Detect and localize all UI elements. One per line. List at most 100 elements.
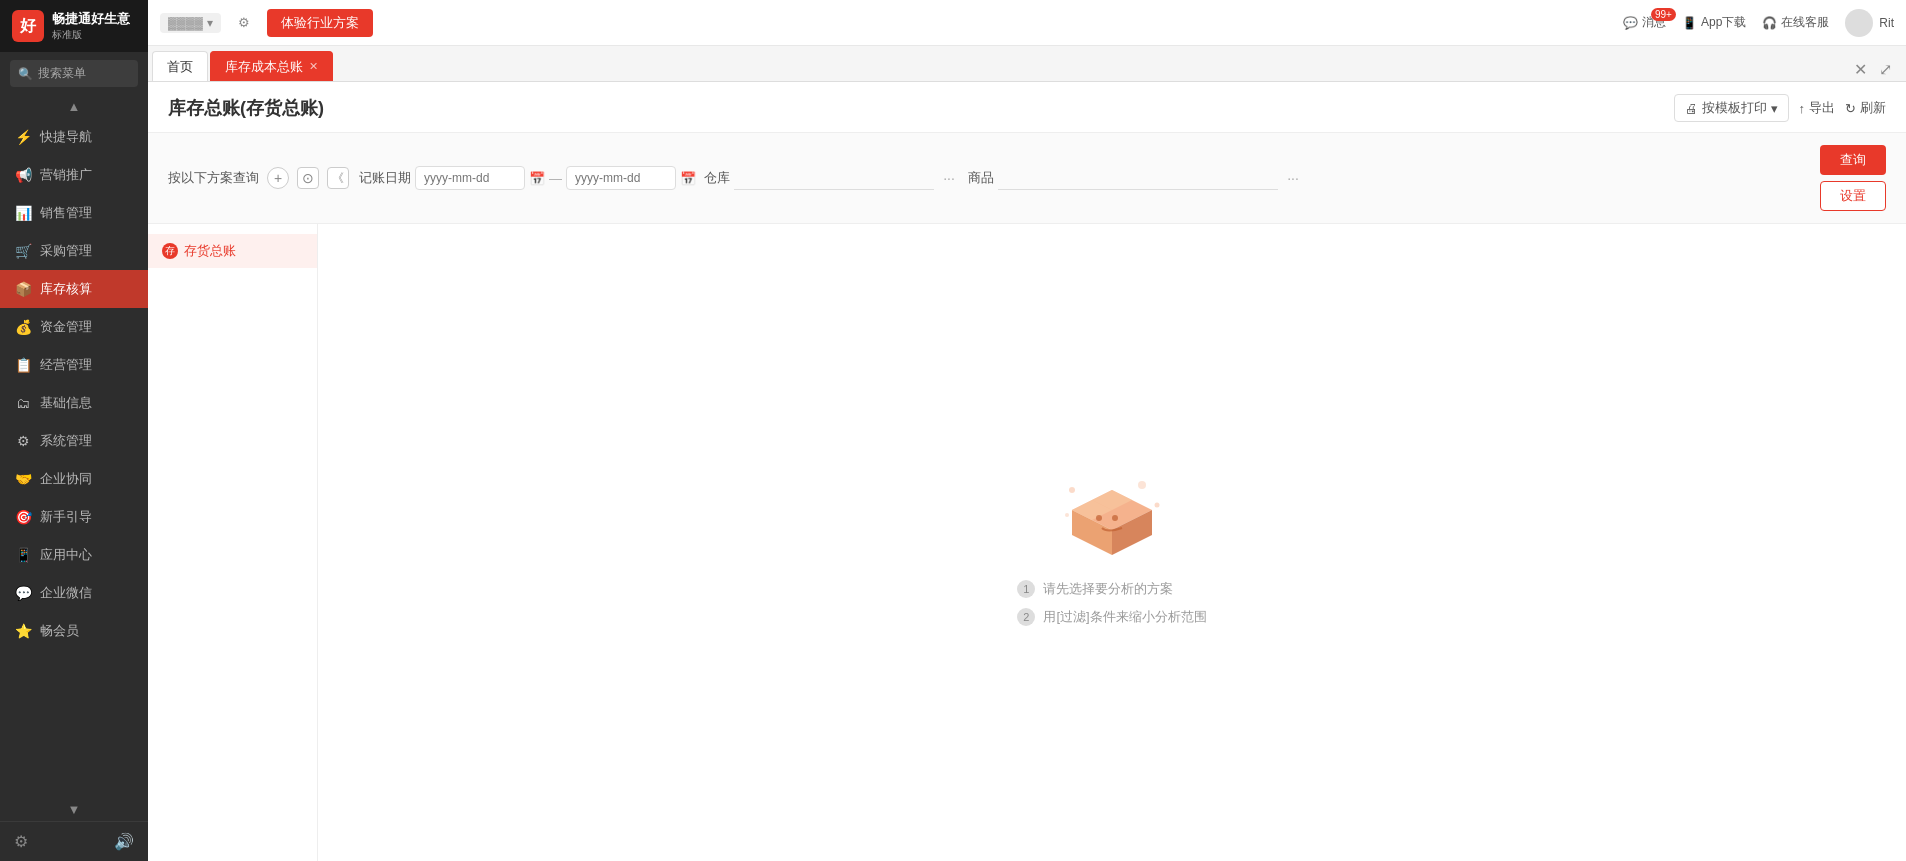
setting-btn[interactable]: 设置	[1820, 181, 1886, 211]
warehouse-input[interactable]	[734, 167, 934, 190]
refresh-icon: ↻	[1845, 101, 1856, 116]
tab-close-icon[interactable]: ✕	[309, 60, 318, 73]
finance-label: 资金管理	[40, 318, 92, 336]
sidebar-nav: ⚡ 快捷导航 📢 营销推广 📊 销售管理 🛒 采购管理 📦 库存核算 💰 资金管…	[0, 118, 148, 798]
tab-panel-expand-btn[interactable]: ⤢	[1873, 58, 1898, 81]
operations-icon: 📋	[14, 356, 32, 374]
topbar-settings-btn[interactable]: ⚙	[229, 8, 259, 38]
system-label: 系统管理	[40, 432, 92, 450]
goods-input[interactable]	[998, 167, 1278, 190]
sidebar-item-vip[interactable]: ⭐ 畅会员	[0, 612, 148, 650]
sidebar-item-operations[interactable]: 📋 经营管理	[0, 346, 148, 384]
calendar-to-icon[interactable]: 📅	[680, 171, 696, 186]
print-label: 按模板打印	[1702, 99, 1767, 117]
page-header: 库存总账(存货总账) 🖨 按模板打印 ▾ ↑ 导出 ↻ 刷新	[148, 82, 1906, 133]
scroll-up-btn[interactable]: ▲	[0, 95, 148, 118]
finance-icon: 💰	[14, 318, 32, 336]
scheme-sidebar: 存 存货总账	[148, 224, 318, 861]
warehouse-more-btn[interactable]: ···	[938, 167, 960, 189]
query-btn[interactable]: 查询	[1820, 145, 1886, 175]
corp-icon: 🤝	[14, 470, 32, 488]
right-buttons: 查询 设置	[1820, 145, 1886, 211]
sales-label: 销售管理	[40, 204, 92, 222]
inventory-label: 库存核算	[40, 280, 92, 298]
scheme-label: 存货总账	[184, 242, 236, 260]
print-btn[interactable]: 🖨 按模板打印 ▾	[1674, 94, 1789, 122]
sidebar-item-guide[interactable]: 🎯 新手引导	[0, 498, 148, 536]
tab-home[interactable]: 首页	[152, 51, 208, 81]
sidebar-item-purchase[interactable]: 🛒 采购管理	[0, 232, 148, 270]
topbar-settings-icon: ⚙	[238, 15, 250, 30]
filter-set-btn[interactable]: ⊙	[297, 167, 319, 189]
message-action[interactable]: 💬 消息 99+	[1623, 14, 1666, 31]
message-badge: 99+	[1651, 8, 1676, 21]
user-selector[interactable]: ▓▓▓▓ ▾	[160, 13, 221, 33]
scheme-icon: 存	[162, 243, 178, 259]
sidebar-item-sales[interactable]: 📊 销售管理	[0, 194, 148, 232]
inventory-icon: 📦	[14, 280, 32, 298]
refresh-label: 刷新	[1860, 99, 1886, 117]
footer-settings-icon[interactable]: ⚙	[14, 832, 28, 851]
app-download-action[interactable]: 📱 App下载	[1682, 14, 1746, 31]
guide-icon: 🎯	[14, 508, 32, 526]
wechat-label: 企业微信	[40, 584, 92, 602]
empty-tips: 1 请先选择要分析的方案 2 用[过滤]条件来缩小分析范围	[1017, 580, 1206, 626]
base-icon: 🗂	[14, 394, 32, 412]
date-separator: —	[549, 171, 562, 186]
export-btn[interactable]: ↑ 导出	[1799, 99, 1836, 117]
tabbar: 首页 库存成本总账 ✕ ✕ ⤢	[148, 46, 1906, 82]
online-service-action[interactable]: 🎧 在线客服	[1762, 14, 1829, 31]
sidebar-item-finance[interactable]: 💰 资金管理	[0, 308, 148, 346]
base-label: 基础信息	[40, 394, 92, 412]
footer-sound-icon[interactable]: 🔊	[114, 832, 134, 851]
export-icon: ↑	[1799, 101, 1806, 116]
industry-btn[interactable]: 体验行业方案	[267, 9, 373, 37]
sales-icon: 📊	[14, 204, 32, 222]
goods-field: 商品 ···	[968, 167, 1304, 190]
corp-label: 企业协同	[40, 470, 92, 488]
operations-label: 经营管理	[40, 356, 92, 374]
sidebar-item-base[interactable]: 🗂 基础信息	[0, 384, 148, 422]
tip-1: 1 请先选择要分析的方案	[1017, 580, 1206, 598]
date-field: 记账日期 📅 — 📅	[359, 166, 696, 190]
sidebar-item-system[interactable]: ⚙ 系统管理	[0, 422, 148, 460]
sidebar-item-quicknav[interactable]: ⚡ 快捷导航	[0, 118, 148, 156]
vip-label: 畅会员	[40, 622, 79, 640]
user-avatar	[1845, 9, 1873, 37]
goods-more-btn[interactable]: ···	[1282, 167, 1304, 189]
sidebar-item-corp[interactable]: 🤝 企业协同	[0, 460, 148, 498]
tab-inventory-ledger[interactable]: 库存成本总账 ✕	[210, 51, 333, 81]
marketing-label: 营销推广	[40, 166, 92, 184]
tab-panel-close-btn[interactable]: ✕	[1848, 58, 1873, 81]
sidebar-item-wechat[interactable]: 💬 企业微信	[0, 574, 148, 612]
system-icon: ⚙	[14, 432, 32, 450]
filter-panel: 按以下方案查询 + ⊙ 《 记账日期 📅 — 📅	[148, 133, 1906, 224]
app-edition: 标准版	[52, 28, 130, 41]
scheme-item-inventory-ledger[interactable]: 存 存货总账	[148, 234, 317, 268]
date-to-input[interactable]	[566, 166, 676, 190]
sidebar-item-appstore[interactable]: 📱 应用中心	[0, 536, 148, 574]
tip-1-text: 请先选择要分析的方案	[1043, 580, 1173, 598]
home-tab-label: 首页	[167, 58, 193, 76]
svg-point-7	[1069, 487, 1075, 493]
user-name: Rit	[1879, 16, 1894, 30]
export-label: 导出	[1809, 99, 1835, 117]
sidebar-item-inventory[interactable]: 📦 库存核算	[0, 270, 148, 308]
filter-collapse-btn[interactable]: 《	[327, 167, 349, 189]
filter-add-btn[interactable]: +	[267, 167, 289, 189]
tip-2-num: 2	[1017, 608, 1035, 626]
svg-point-9	[1154, 502, 1159, 507]
message-icon: 💬	[1623, 16, 1638, 30]
scroll-down-btn[interactable]: ▼	[0, 798, 148, 821]
search-menu[interactable]: 🔍 搜索菜单	[10, 60, 138, 87]
topbar-right: 💬 消息 99+ 📱 App下载 🎧 在线客服 Rit	[1623, 9, 1894, 37]
user-menu[interactable]: Rit	[1845, 9, 1894, 37]
topbar-left: ▓▓▓▓ ▾ ⚙ 体验行业方案	[160, 8, 1615, 38]
calendar-from-icon[interactable]: 📅	[529, 171, 545, 186]
svg-point-10	[1065, 513, 1069, 517]
svg-point-8	[1138, 481, 1146, 489]
sidebar-item-marketing[interactable]: 📢 营销推广	[0, 156, 148, 194]
date-from-input[interactable]	[415, 166, 525, 190]
tip-2-text: 用[过滤]条件来缩小分析范围	[1043, 608, 1206, 626]
refresh-btn[interactable]: ↻ 刷新	[1845, 99, 1886, 117]
